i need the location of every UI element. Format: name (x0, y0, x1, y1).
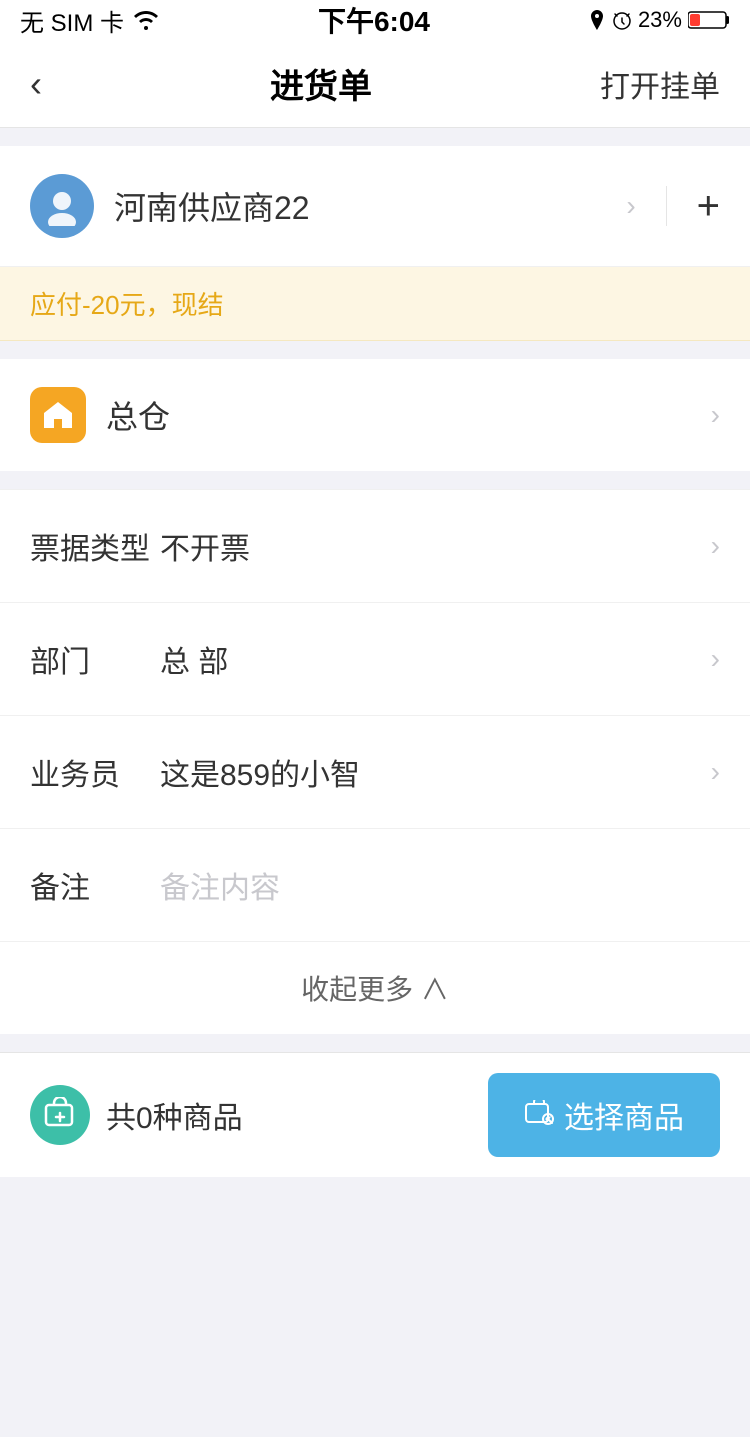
invoice-label: 票据类型 (30, 524, 160, 568)
supplier-avatar (30, 174, 94, 238)
supplier-section: 河南供应商22 › + 应付-20元，现结 (0, 146, 750, 341)
select-product-label: 选择商品 (564, 1093, 684, 1137)
section-gap-1 (0, 128, 750, 146)
product-count: 共0种商品 (106, 1093, 243, 1137)
remark-row[interactable]: 备注 备注内容 (0, 828, 750, 941)
select-product-button[interactable]: 选择商品 (488, 1073, 720, 1157)
remark-label: 备注 (30, 863, 160, 907)
back-button[interactable]: ‹ (30, 63, 42, 105)
payment-notice: 应付-20元，现结 (0, 267, 750, 341)
warehouse-arrow-icon: › (711, 399, 720, 431)
select-product-icon (524, 1100, 554, 1130)
invoice-value: 不开票 (160, 524, 711, 568)
battery-icon (688, 10, 730, 30)
bottom-bar: 共0种商品 选择商品 (0, 1052, 750, 1177)
product-icon (30, 1085, 90, 1145)
department-row[interactable]: 部门 总 部 › (0, 602, 750, 715)
supplier-row[interactable]: 河南供应商22 › + (0, 146, 750, 267)
salesman-arrow-icon: › (711, 756, 720, 788)
status-right: 23% (588, 7, 730, 33)
department-value: 总 部 (160, 637, 711, 681)
supplier-arrow-icon: › (626, 190, 635, 222)
remark-value[interactable]: 备注内容 (160, 863, 720, 907)
section-gap-3 (0, 471, 750, 489)
person-icon (42, 186, 82, 226)
warehouse-row[interactable]: 总仓 › (0, 359, 750, 471)
nav-bar: ‹ 进货单 打开挂单 (0, 40, 750, 128)
warehouse-icon (30, 387, 86, 443)
salesman-row[interactable]: 业务员 这是859的小智 › (0, 715, 750, 828)
status-time: 下午6:04 (318, 0, 430, 40)
collapse-label: 收起更多 ∧ (301, 968, 449, 1008)
supplier-divider (666, 186, 667, 226)
warehouse-name: 总仓 (106, 392, 711, 438)
section-gap-2 (0, 341, 750, 359)
department-label: 部门 (30, 637, 160, 681)
invoice-type-row[interactable]: 票据类型 不开票 › (0, 489, 750, 602)
supplier-name: 河南供应商22 (114, 183, 626, 229)
cart-icon (42, 1097, 78, 1133)
invoice-arrow-icon: › (711, 530, 720, 562)
sim-status: 无 SIM 卡 (20, 3, 124, 38)
page-title: 进货单 (270, 59, 372, 108)
alarm-icon (612, 10, 632, 30)
department-arrow-icon: › (711, 643, 720, 675)
open-pending-button[interactable]: 打开挂单 (600, 62, 720, 106)
salesman-value: 这是859的小智 (160, 750, 711, 794)
status-bar: 无 SIM 卡 下午6:04 23% (0, 0, 750, 40)
payment-text: 应付-20元，现结 (30, 290, 224, 320)
section-gap-4 (0, 1034, 750, 1052)
add-supplier-button[interactable]: + (697, 184, 720, 229)
house-icon (41, 398, 75, 432)
status-left: 无 SIM 卡 (20, 3, 160, 38)
form-section: 票据类型 不开票 › 部门 总 部 › 业务员 这是859的小智 › 备注 备注… (0, 489, 750, 1034)
product-info: 共0种商品 (30, 1085, 243, 1145)
background-fill (0, 1177, 750, 1437)
battery-level: 23% (638, 7, 682, 33)
salesman-label: 业务员 (30, 750, 160, 794)
wifi-icon (132, 10, 160, 30)
collapse-button[interactable]: 收起更多 ∧ (0, 941, 750, 1034)
location-icon (588, 10, 606, 30)
warehouse-section: 总仓 › (0, 359, 750, 471)
